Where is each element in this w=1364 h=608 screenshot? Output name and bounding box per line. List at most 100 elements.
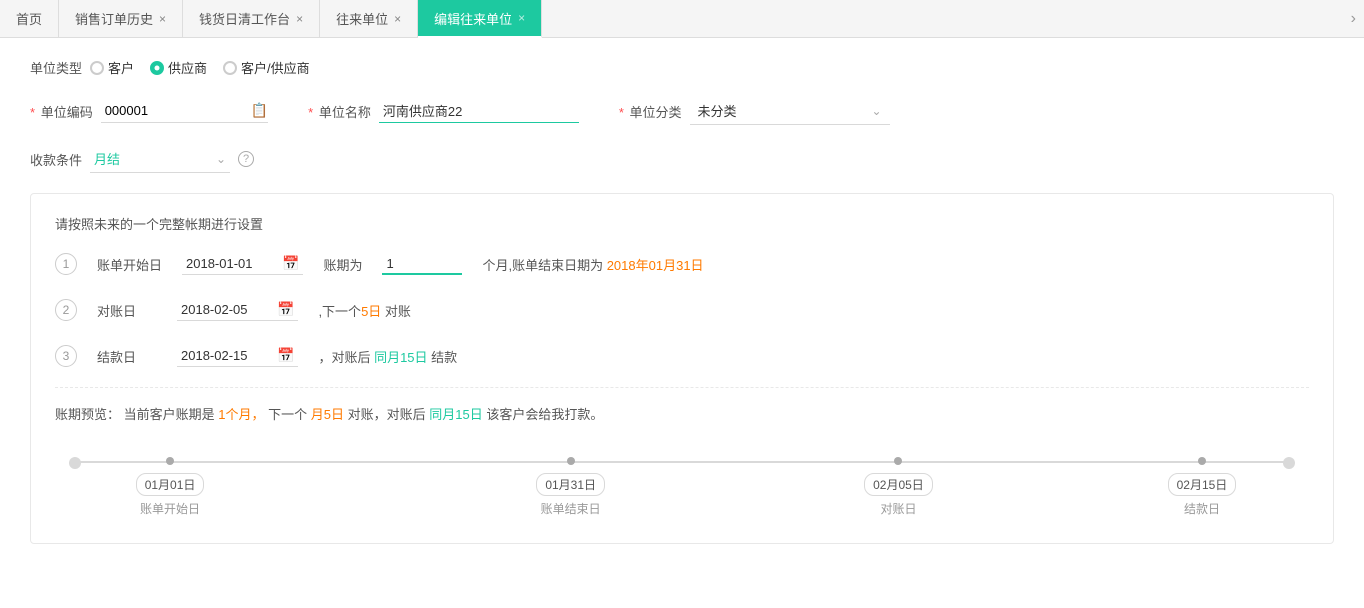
step-num-3: 3 — [55, 345, 77, 367]
timeline-dot-2 — [567, 457, 575, 465]
category-chevron-down-icon: ⌄ — [871, 104, 881, 118]
radio-supplier-label: 供应商 — [168, 58, 207, 77]
timeline-dot-3 — [894, 457, 902, 465]
step-row-3: 3 结款日 📅 ，对账后 同月15日 结款 — [55, 345, 1309, 367]
timeline-date-2: 01月31日 — [536, 473, 605, 496]
calendar-icon-3[interactable]: 📅 — [277, 347, 294, 364]
tab-scroll-arrow[interactable]: › — [1343, 0, 1364, 37]
step-label-3: 结款日 — [97, 347, 157, 366]
timeline-point-1: 01月01日 账单开始日 — [136, 453, 205, 517]
step-date-input-2[interactable] — [181, 302, 271, 317]
tab-home-label: 首页 — [16, 9, 42, 28]
unit-type-row: 单位类型 客户 供应商 客户/供应商 — [30, 58, 1334, 77]
preview-label: 账期预览： — [55, 407, 120, 422]
copy-icon[interactable]: 📋 — [251, 102, 268, 119]
calendar-icon-1[interactable]: 📅 — [282, 255, 299, 272]
step-3-desc: ，对账后 同月15日 结款 — [318, 347, 457, 366]
step-num-2: 2 — [55, 299, 77, 321]
step-date-input-3[interactable] — [181, 348, 271, 363]
step-period-label: 账期为 — [323, 255, 362, 274]
timeline-label-3: 对账日 — [880, 500, 916, 517]
unit-category-select[interactable]: 未分类 ⌄ — [690, 97, 890, 125]
unit-code-star: * — [30, 105, 35, 120]
preview-section: 账期预览： 当前客户账期是 1个月， 下一个 月5日 对账，对账后 同月15日 … — [55, 387, 1309, 523]
tab-cash-work-label: 钱货日清工作台 — [199, 9, 290, 28]
step-row-1: 1 账单开始日 📅 账期为 个月,账单结束日期为 2018年01月31日 — [55, 253, 1309, 275]
preview-highlight-2: 月5日 — [311, 407, 344, 422]
step-num-1: 1 — [55, 253, 77, 275]
unit-category-value: 未分类 — [698, 101, 866, 120]
tab-sales-history-close[interactable]: × — [159, 12, 166, 26]
radio-both-label: 客户/供应商 — [241, 58, 310, 77]
timeline-dot-left — [69, 457, 81, 469]
radio-customer[interactable]: 客户 — [90, 58, 134, 77]
timeline: 01月01日 账单开始日 01月31日 账单结束日 02月05日 对账日 — [75, 453, 1289, 523]
preview-highlight-3: 同月15日 — [429, 407, 482, 422]
step-2-highlight: 5日 — [361, 304, 381, 319]
step-2-desc: ,下一个5日 对账 — [318, 301, 410, 320]
payment-terms-field: 收款条件 月结 ⌄ ? — [30, 145, 254, 173]
radio-customer-label: 客户 — [108, 58, 134, 77]
step-period-suffix: 个月,账单结束日期为 2018年01月31日 — [482, 255, 703, 274]
period-card: 请按照未来的一个完整帐期进行设置 1 账单开始日 📅 账期为 个月,账单结束日期… — [30, 193, 1334, 544]
unit-type-label: 单位类型 — [30, 58, 82, 77]
tab-cash-work[interactable]: 钱货日清工作台 × — [183, 0, 320, 37]
unit-category-star: * — [619, 105, 624, 120]
timeline-point-3: 02月05日 对账日 — [864, 453, 933, 517]
step-date-1: 📅 — [182, 253, 303, 275]
payment-terms-label: 收款条件 — [30, 150, 82, 169]
period-card-title: 请按照未来的一个完整帐期进行设置 — [55, 214, 1309, 233]
unit-name-input[interactable] — [379, 99, 579, 123]
tab-counterpart-label: 往来单位 — [336, 9, 388, 28]
unit-category-field: * 单位分类 未分类 ⌄ — [619, 97, 890, 125]
tab-sales-history-label: 销售订单历史 — [75, 9, 153, 28]
preview-highlight-1: 1个月， — [218, 407, 264, 422]
tab-home[interactable]: 首页 — [0, 0, 59, 37]
timeline-date-3: 02月05日 — [864, 473, 933, 496]
step-date-3: 📅 — [177, 345, 298, 367]
tab-edit-counterpart-close[interactable]: × — [518, 11, 525, 25]
radio-both[interactable]: 客户/供应商 — [223, 58, 310, 77]
step-date-input-1[interactable] — [186, 256, 276, 271]
unit-category-label: * 单位分类 — [619, 102, 682, 121]
unit-type-field: 单位类型 客户 供应商 客户/供应商 — [30, 58, 310, 77]
radio-supplier-circle — [150, 61, 164, 75]
unit-info-row: * 单位编码 📋 * 单位名称 * 单位分类 未分类 ⌄ — [30, 97, 1334, 125]
preview-text: 账期预览： 当前客户账期是 1个月， 下一个 月5日 对账，对账后 同月15日 … — [55, 404, 1309, 423]
timeline-date-1: 01月01日 — [136, 473, 205, 496]
unit-code-label: * 单位编码 — [30, 102, 93, 121]
step-3-highlight: 同月15日 — [374, 350, 427, 365]
radio-supplier[interactable]: 供应商 — [150, 58, 207, 77]
unit-name-star: * — [308, 105, 313, 120]
period-months-input[interactable] — [382, 254, 462, 275]
tab-bar: 首页 销售订单历史 × 钱货日清工作台 × 往来单位 × 编辑往来单位 × › — [0, 0, 1364, 38]
payment-terms-value: 月结 — [94, 149, 210, 168]
unit-name-label: * 单位名称 — [308, 102, 371, 121]
timeline-dot-4 — [1198, 457, 1206, 465]
timeline-line — [75, 461, 1289, 463]
timeline-dot-right — [1283, 457, 1295, 469]
tab-edit-counterpart-label: 编辑往来单位 — [434, 9, 512, 28]
timeline-point-2: 01月31日 账单结束日 — [536, 453, 605, 517]
tab-counterpart-close[interactable]: × — [394, 12, 401, 26]
tab-sales-history[interactable]: 销售订单历史 × — [59, 0, 183, 37]
preview-text-4: 该客户会给我打款。 — [486, 407, 603, 422]
unit-code-field: * 单位编码 📋 — [30, 99, 268, 123]
main-content: 单位类型 客户 供应商 客户/供应商 * 单位编码 — [0, 38, 1364, 608]
payment-terms-select[interactable]: 月结 ⌄ — [90, 145, 230, 173]
preview-text-1: 当前客户账期是 — [124, 407, 215, 422]
calendar-icon-2[interactable]: 📅 — [277, 301, 294, 318]
period-end-date: 2018年01月31日 — [607, 258, 704, 273]
timeline-point-4: 02月15日 结款日 — [1168, 453, 1237, 517]
unit-code-input-wrap: 📋 — [101, 99, 268, 123]
timeline-label-2: 账单结束日 — [541, 500, 601, 517]
preview-text-3: 对账，对账后 — [348, 407, 426, 422]
tab-cash-work-close[interactable]: × — [296, 12, 303, 26]
radio-both-circle — [223, 61, 237, 75]
timeline-label-4: 结款日 — [1184, 500, 1220, 517]
help-icon[interactable]: ? — [238, 151, 254, 167]
unit-code-input[interactable] — [101, 99, 251, 122]
tab-counterpart[interactable]: 往来单位 × — [320, 0, 418, 37]
tab-edit-counterpart[interactable]: 编辑往来单位 × — [418, 0, 542, 38]
step-date-2: 📅 — [177, 299, 298, 321]
